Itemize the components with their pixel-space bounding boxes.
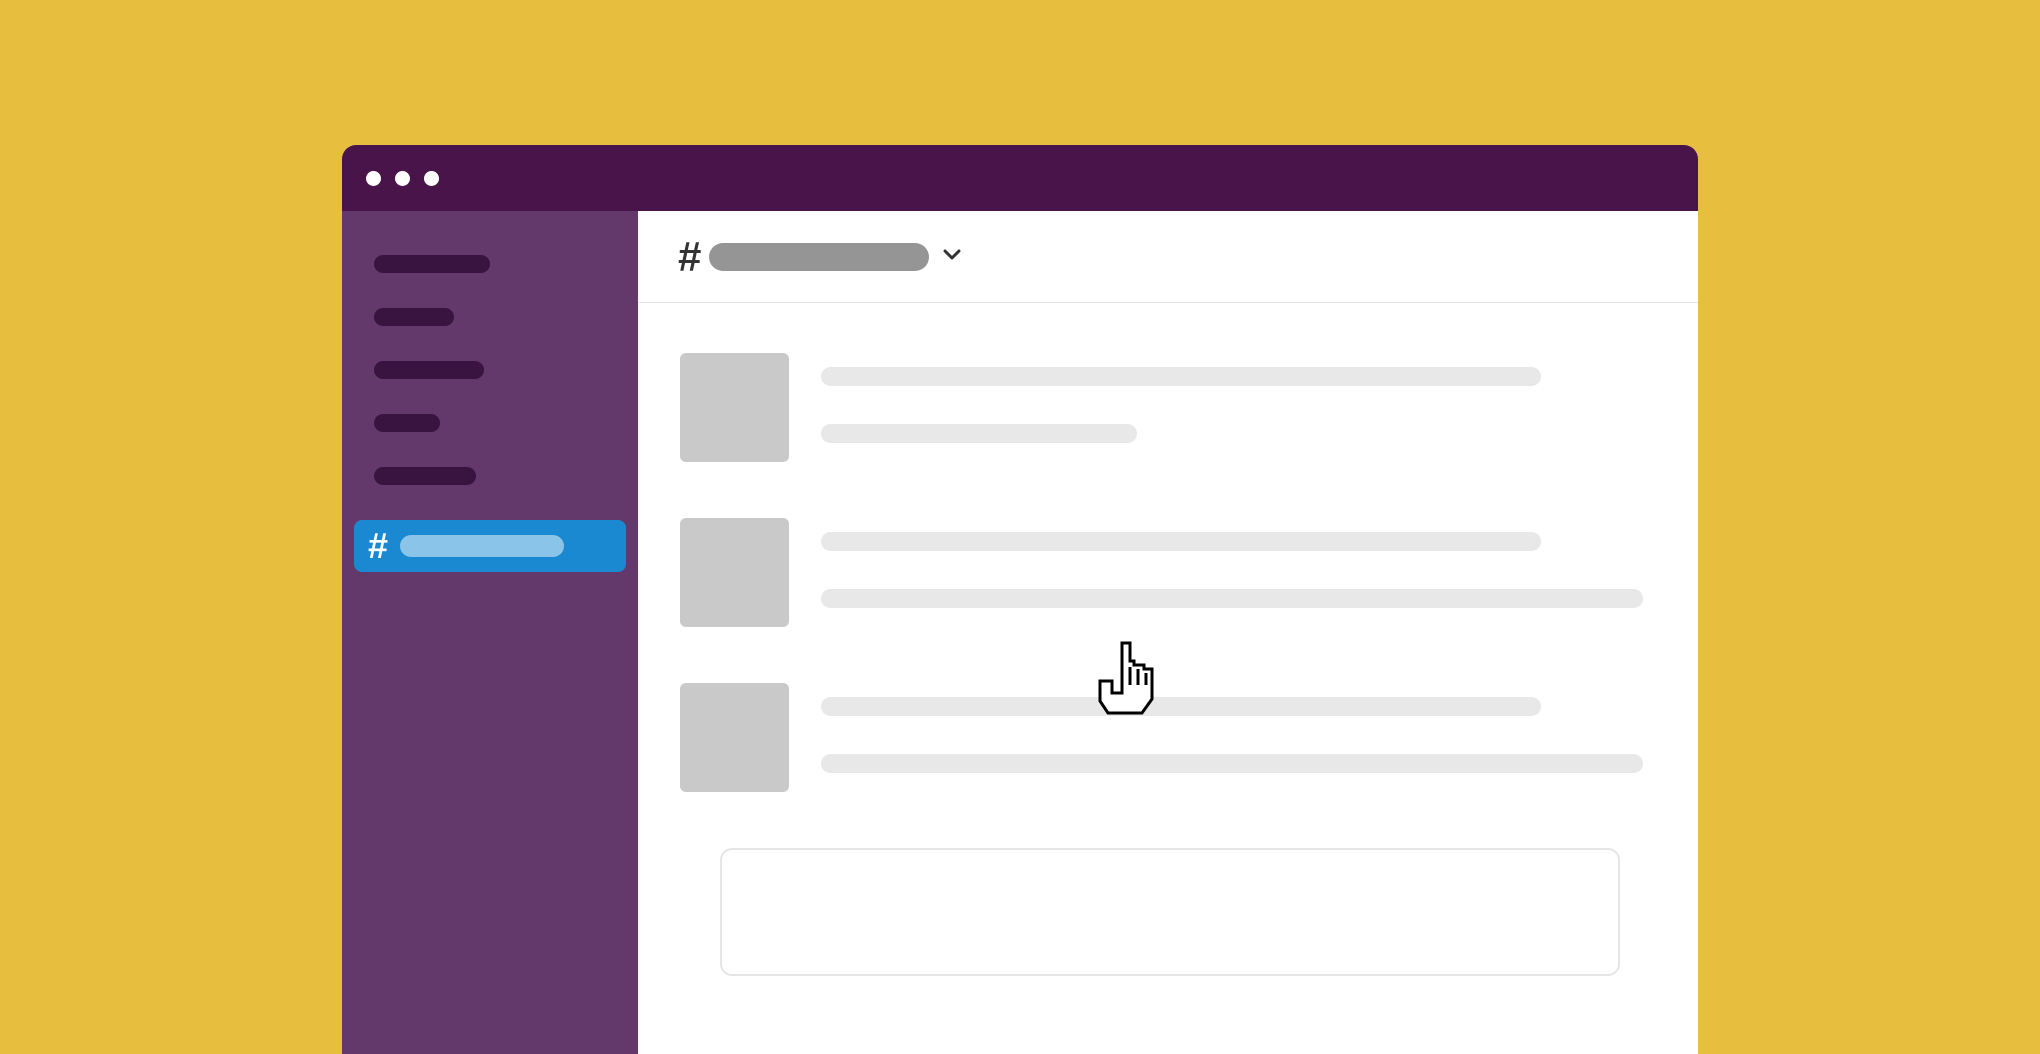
sidebar-nav-item[interactable] xyxy=(374,467,476,485)
window-control-minimize[interactable] xyxy=(395,171,410,186)
message-text xyxy=(821,353,1660,462)
sidebar-nav-item[interactable] xyxy=(374,361,484,379)
channel-name-placeholder xyxy=(709,243,929,271)
avatar[interactable] xyxy=(680,353,789,462)
message-row xyxy=(680,353,1660,462)
window-control-maximize[interactable] xyxy=(424,171,439,186)
text-line-placeholder xyxy=(821,367,1541,386)
sidebar-channel-active[interactable]: # xyxy=(354,520,626,572)
sidebar: # xyxy=(342,211,638,1054)
text-line-placeholder xyxy=(821,754,1643,773)
main-area: # xyxy=(638,211,1698,1054)
app-body: # # xyxy=(342,211,1698,1054)
channel-name-placeholder xyxy=(400,535,564,557)
avatar[interactable] xyxy=(680,518,789,627)
text-line-placeholder xyxy=(821,697,1541,716)
title-bar xyxy=(342,145,1698,211)
text-line-placeholder xyxy=(821,589,1643,608)
sidebar-nav-item[interactable] xyxy=(374,414,440,432)
sidebar-nav-item[interactable] xyxy=(374,255,490,273)
chevron-down-icon[interactable] xyxy=(943,248,961,266)
text-line-placeholder xyxy=(821,532,1541,551)
compose-input[interactable] xyxy=(720,848,1620,976)
channel-header: # xyxy=(638,211,1698,303)
message-row xyxy=(680,683,1660,792)
message-text xyxy=(821,683,1660,792)
sidebar-nav-item[interactable] xyxy=(374,308,454,326)
text-line-placeholder xyxy=(821,424,1137,443)
message-text xyxy=(821,518,1660,627)
message-row xyxy=(680,518,1660,627)
messages-area xyxy=(638,303,1698,1054)
app-window: # # xyxy=(342,145,1698,1054)
hash-icon: # xyxy=(678,236,701,278)
avatar[interactable] xyxy=(680,683,789,792)
hash-icon: # xyxy=(368,528,388,564)
window-control-close[interactable] xyxy=(366,171,381,186)
